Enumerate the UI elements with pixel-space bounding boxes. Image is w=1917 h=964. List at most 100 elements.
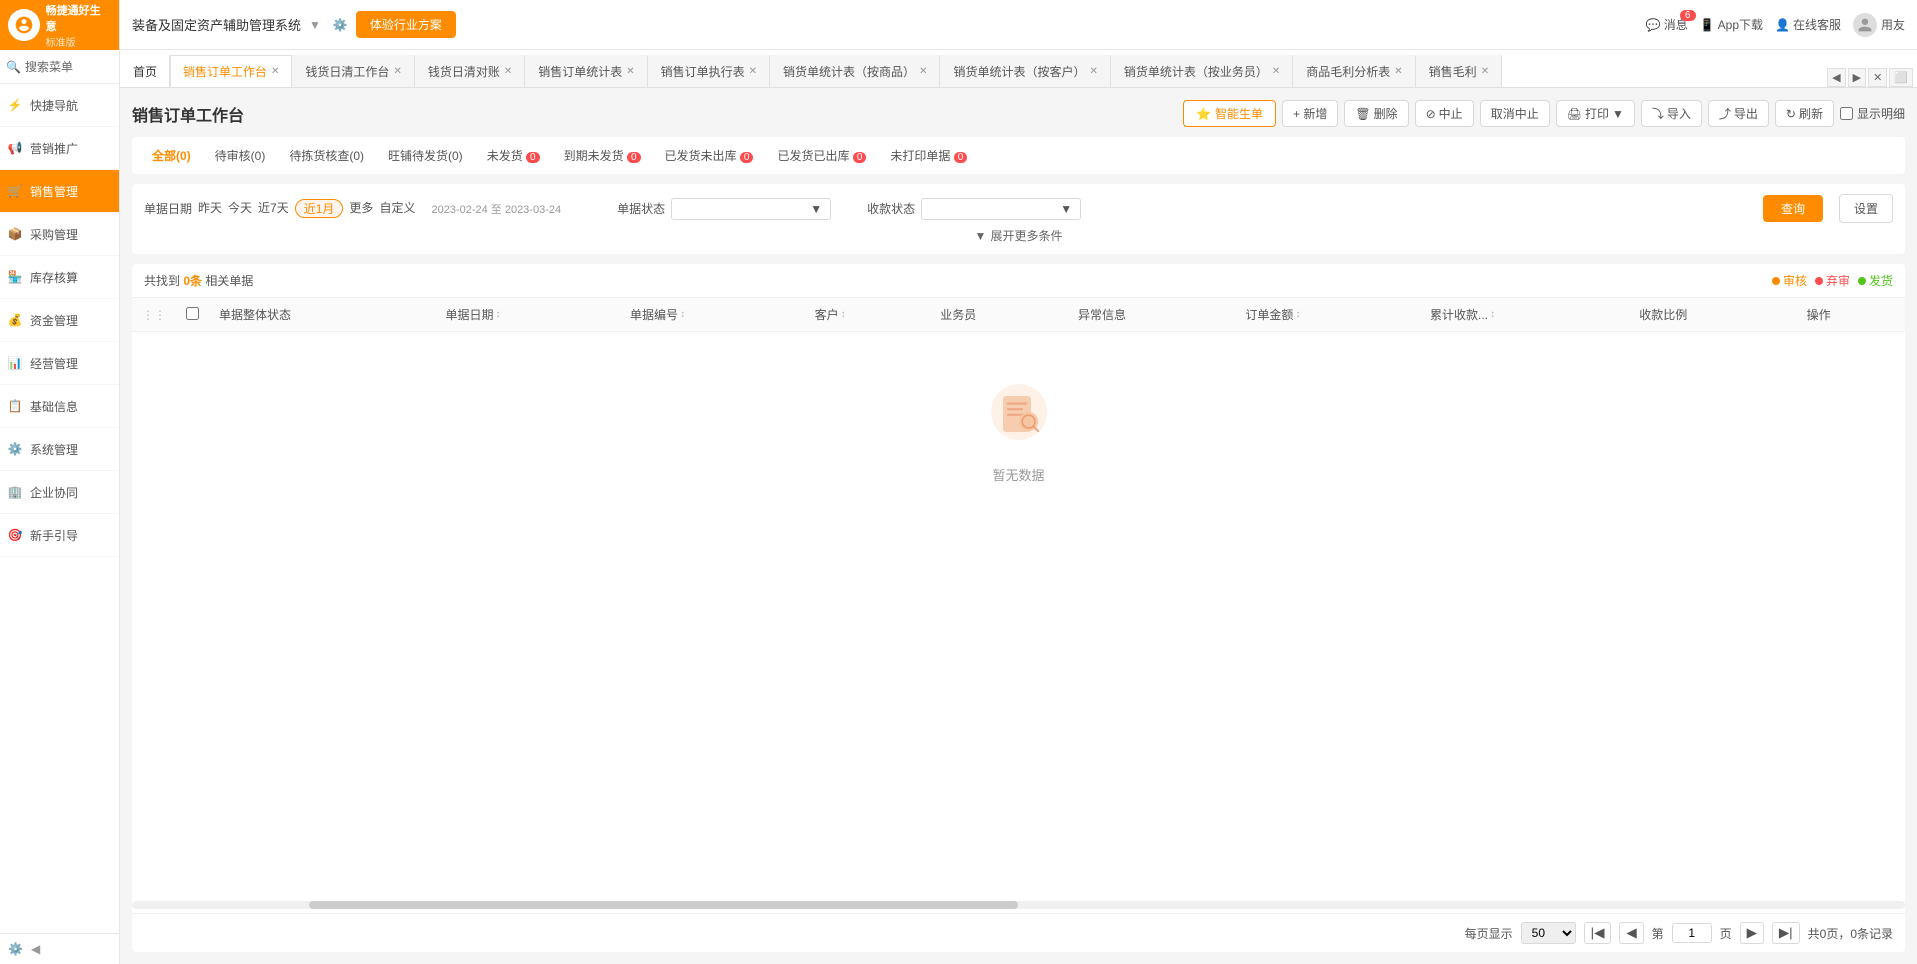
select-all-checkbox[interactable] [186, 307, 199, 320]
subtab-wangpu[interactable]: 旺铺待发货(0) [378, 143, 473, 168]
date-1month[interactable]: 近1月 [295, 199, 344, 218]
tab-close-all[interactable]: ✕ [1868, 68, 1887, 87]
sidebar-item-finance[interactable]: 💰 资金管理 [0, 299, 119, 342]
sidebar-item-marketing[interactable]: 📢 营销推广 [0, 127, 119, 170]
date-7days[interactable]: 近7天 [258, 199, 289, 218]
smart-generate-button[interactable]: ⭐ 智能生单 [1183, 100, 1276, 127]
sidebar-item-inventory[interactable]: 🏪 库存核算 [0, 256, 119, 299]
tab-cash-reconcile[interactable]: 钱货日清对账 ✕ [415, 55, 525, 87]
tab-maximize[interactable]: ⬜ [1889, 68, 1913, 87]
stop-button[interactable]: ⊘ 中止 [1415, 100, 1474, 127]
tab-sales-profit[interactable]: 销售毛利 ✕ [1416, 55, 1502, 87]
page-next-btn[interactable]: ▶ [1740, 922, 1764, 944]
page-prev-btn[interactable]: ◀ [1619, 922, 1643, 944]
subtab-not-shipped[interactable]: 未发货 0 [477, 143, 550, 168]
tab-summary-staff[interactable]: 销货单统计表（按业务员） ✕ [1111, 55, 1293, 87]
th-number[interactable]: 单据编号 ↕ [620, 298, 805, 332]
settings-query-button[interactable]: 设置 [1839, 194, 1893, 223]
topbar-settings-icon[interactable]: ⚙️ [333, 18, 348, 32]
tab-sales-workbench[interactable]: 销售订单工作台 ✕ [170, 55, 292, 87]
show-detail-checkbox[interactable] [1840, 107, 1853, 120]
table-scroll-area[interactable]: ⋮⋮ 单据整体状态 [132, 298, 1905, 897]
subtab-overdue[interactable]: 到期未发货 0 [554, 143, 651, 168]
sidebar-item-enterprise[interactable]: 🏢 企业协同 [0, 471, 119, 514]
refresh-button[interactable]: ↻ 刷新 [1775, 100, 1834, 127]
print-button[interactable]: 🖨 打印 ▼ [1556, 100, 1635, 127]
date-more[interactable]: 更多 [349, 199, 373, 218]
cart-icon: 🛒 [6, 182, 24, 200]
page-number-input[interactable]: 1 [1672, 923, 1712, 943]
page-last-btn[interactable]: ▶| [1772, 922, 1800, 944]
subtab-all[interactable]: 全部(0) [142, 143, 201, 168]
tab-next-arrow[interactable]: ▶ [1848, 68, 1866, 87]
status-select[interactable]: ▼ [671, 198, 831, 220]
tab-close-icon[interactable]: ✕ [626, 67, 634, 77]
tab-summary-product[interactable]: 销货单统计表（按商品） ✕ [770, 55, 940, 87]
sidebar-item-system[interactable]: ⚙️ 系统管理 [0, 428, 119, 471]
tab-close-icon[interactable]: ✕ [919, 67, 927, 77]
show-detail-label[interactable]: 显示明细 [1840, 105, 1905, 122]
cancel-stop-button[interactable]: 取消中止 [1480, 100, 1550, 127]
topbar-dropdown-arrow[interactable]: ▼ [309, 18, 321, 32]
per-page-select[interactable]: 50 20 100 [1521, 922, 1576, 944]
review-label: 审核 [1783, 272, 1807, 289]
review-action[interactable]: 审核 [1772, 272, 1807, 289]
th-date[interactable]: 单据日期 ↕ [435, 298, 620, 332]
tab-close-icon[interactable]: ✕ [504, 67, 512, 77]
payment-select[interactable]: ▼ [921, 198, 1081, 220]
tab-close-icon[interactable]: ✕ [1481, 67, 1489, 77]
online-service-item[interactable]: 👤 在线客服 [1775, 16, 1841, 33]
sidebar-item-guide[interactable]: 🎯 新手引导 [0, 514, 119, 557]
expand-more[interactable]: ▼ 展开更多条件 [144, 227, 1893, 244]
th-check[interactable] [176, 298, 209, 332]
industry-solution-button[interactable]: 体验行业方案 [356, 11, 456, 38]
collapse-icon[interactable]: ◀ [31, 942, 40, 956]
sort-icon: ↕ [1295, 309, 1300, 320]
scrollbar-thumb[interactable] [309, 901, 1018, 909]
sidebar-search[interactable]: 🔍 搜索菜单 [0, 50, 119, 84]
ship-action[interactable]: 发货 [1858, 272, 1893, 289]
add-button[interactable]: + 新增 [1282, 100, 1338, 127]
settings-bottom-icon[interactable]: ⚙️ [8, 942, 23, 956]
date-today[interactable]: 今天 [228, 199, 252, 218]
delete-button[interactable]: 🗑 删除 [1344, 100, 1408, 127]
app-download-item[interactable]: 📱 App下载 [1700, 16, 1763, 33]
subtab-shipped-not-wh[interactable]: 已发货未出库 0 [655, 143, 764, 168]
tab-summary-customer[interactable]: 销货单统计表（按客户） ✕ [940, 55, 1110, 87]
th-customer[interactable]: 客户 ↕ [805, 298, 931, 332]
tab-sales-exec[interactable]: 销售订单执行表 ✕ [648, 55, 770, 87]
export-button[interactable]: ⤴ 导出 [1708, 100, 1769, 127]
sidebar-item-sales[interactable]: 🛒 销售管理 [0, 170, 119, 213]
th-amount[interactable]: 订单金额 ↕ [1235, 298, 1420, 332]
tab-sales-stats[interactable]: 销售订单统计表 ✕ [525, 55, 647, 87]
query-button[interactable]: 查询 [1763, 195, 1823, 222]
th-amount-label: 订单金额 [1245, 306, 1293, 323]
tab-close-icon[interactable]: ✕ [393, 67, 401, 77]
sidebar-item-operation[interactable]: 📊 经营管理 [0, 342, 119, 385]
subtab-not-printed[interactable]: 未打印单据 0 [880, 143, 977, 168]
tab-home[interactable]: 首页 [120, 55, 170, 87]
page-first-btn[interactable]: |◀ [1584, 922, 1612, 944]
tab-close-icon[interactable]: ✕ [271, 67, 279, 77]
tab-prev-arrow[interactable]: ◀ [1827, 68, 1845, 87]
date-custom[interactable]: 自定义 [379, 199, 415, 218]
tab-close-icon[interactable]: ✕ [1089, 67, 1097, 77]
date-yesterday[interactable]: 昨天 [198, 199, 222, 218]
user-item[interactable]: 用友 [1853, 13, 1905, 37]
cancel-review-action[interactable]: 弃审 [1815, 272, 1850, 289]
sidebar-item-purchase[interactable]: 📦 采购管理 [0, 213, 119, 256]
th-collected[interactable]: 累计收款... ↕ [1420, 298, 1629, 332]
tab-close-icon[interactable]: ✕ [749, 67, 757, 77]
sidebar-item-quick[interactable]: ⚡ 快捷导航 [0, 84, 119, 127]
subtab-pending-check[interactable]: 待拣货核查(0) [279, 143, 374, 168]
tab-gross-margin[interactable]: 商品毛利分析表 ✕ [1293, 55, 1415, 87]
message-icon-item[interactable]: 💬 6 消息 [1646, 16, 1688, 33]
sidebar-item-basic[interactable]: 📋 基础信息 [0, 385, 119, 428]
horizontal-scrollbar[interactable] [132, 901, 1905, 909]
tab-close-icon[interactable]: ✕ [1272, 67, 1280, 77]
import-button[interactable]: ⤵ 导入 [1641, 100, 1702, 127]
tab-close-icon[interactable]: ✕ [1394, 67, 1402, 77]
subtab-pending-review[interactable]: 待审核(0) [205, 143, 276, 168]
subtab-shipped-wh[interactable]: 已发货已出库 0 [767, 143, 876, 168]
tab-cash-daily[interactable]: 钱货日清工作台 ✕ [292, 55, 414, 87]
